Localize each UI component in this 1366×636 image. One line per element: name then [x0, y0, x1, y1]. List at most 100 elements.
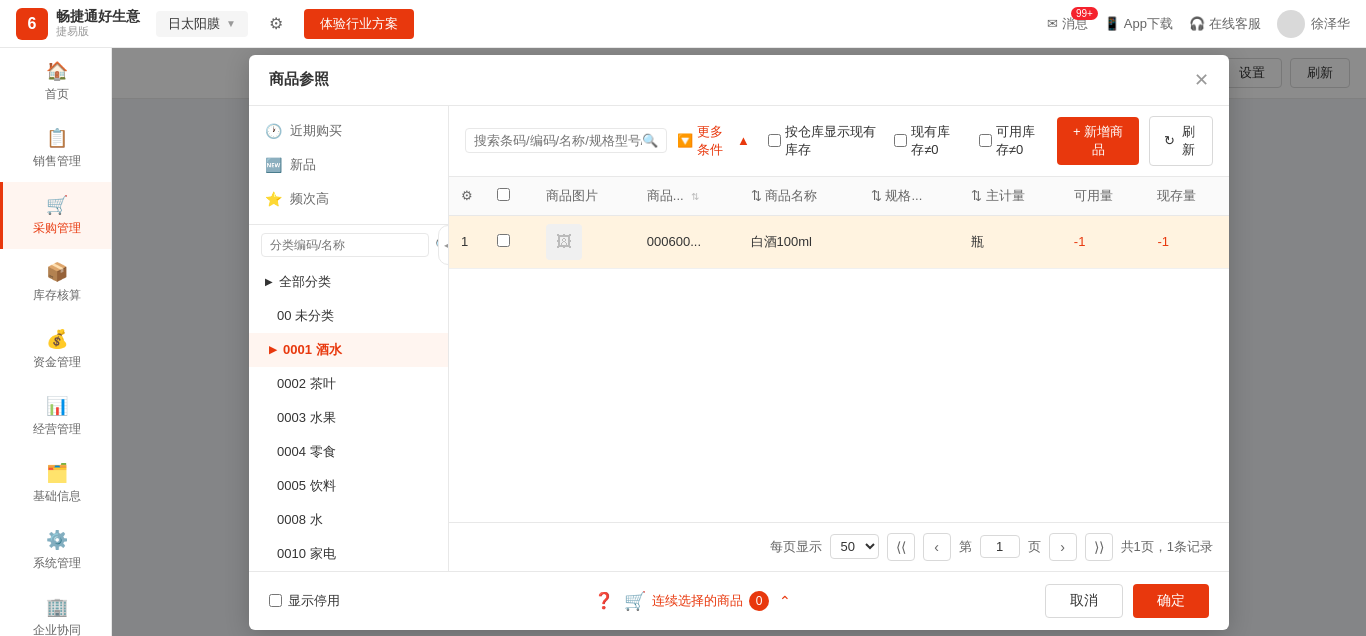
checkbox-current-label: 现有库存≠0 [911, 123, 963, 159]
per-page-label: 每页显示 [770, 538, 822, 556]
modal-footer: 显示停用 ❓ 🛒 连续选择的商品 0 ⌃ 取消 确定 [249, 571, 1229, 630]
sidebar-label-inventory: 库存核算 [33, 287, 81, 304]
col-stock-header: 现存量 [1145, 177, 1229, 216]
checkbox-warehouse-stock[interactable]: 按仓库显示现有库存 [768, 123, 878, 159]
next-page-button[interactable]: › [1049, 533, 1077, 561]
sidebar-label-basic: 基础信息 [33, 488, 81, 505]
category-search-row: 🔍 [249, 225, 448, 265]
product-thumbnail: 🖼 [546, 224, 582, 260]
select-all-checkbox[interactable] [497, 188, 510, 201]
table-row[interactable]: 1 🖼 000600... 白酒100ml [449, 215, 1229, 268]
page-number-input[interactable] [980, 535, 1020, 558]
category-0008[interactable]: 0008 水 [249, 503, 448, 537]
sidebar-item-inventory[interactable]: 📦 库存核算 [0, 249, 111, 316]
checkbox-current-stock[interactable]: 现有库存≠0 [894, 123, 963, 159]
sales-icon: 📋 [46, 127, 68, 149]
new-products-item[interactable]: 🆕 新品 [249, 148, 448, 182]
per-page-select[interactable]: 50 [830, 534, 879, 559]
sidebar-item-home[interactable]: 🏠 首页 [0, 48, 111, 115]
add-product-button[interactable]: + 新增商品 [1057, 117, 1138, 165]
col-checkbox-header[interactable] [485, 177, 534, 216]
category-0005[interactable]: 0005 饮料 [249, 469, 448, 503]
modal-header: 商品参照 ✕ [249, 55, 1229, 106]
main-layout: 🏠 首页 📋 销售管理 🛒 采购管理 📦 库存核算 💰 资金管理 📊 经营管理 … [0, 48, 1366, 636]
category-search-input[interactable] [261, 233, 429, 257]
category-all[interactable]: ▶ 全部分类 [249, 265, 448, 299]
cart-button[interactable]: 🛒 连续选择的商品 0 [624, 590, 769, 612]
col-image-header: 商品图片 [534, 177, 635, 216]
col-code-header[interactable]: 商品... ⇅ [635, 177, 739, 216]
category-0002[interactable]: 0002 茶叶 [249, 367, 448, 401]
app-download-btn[interactable]: 📱 App下载 [1104, 15, 1173, 33]
trial-button[interactable]: 体验行业方案 [304, 9, 414, 39]
first-page-button[interactable]: ⟨⟨ [887, 533, 915, 561]
category-0001[interactable]: ▶ 0001 酒水 [249, 333, 448, 367]
checkbox-current-input[interactable] [894, 134, 907, 147]
user-menu[interactable]: 徐泽华 [1277, 10, 1350, 38]
category-0004[interactable]: 0004 零食 [249, 435, 448, 469]
category-00[interactable]: 00 未分类 [249, 299, 448, 333]
checkbox-group: 按仓库显示现有库存 现有库存≠0 可用库存≠0 [768, 123, 1047, 159]
row-checkbox[interactable] [497, 234, 510, 247]
col-name-label: 商品名称 [765, 188, 817, 203]
cell-image: 🖼 [534, 215, 635, 268]
filter-more-btn[interactable]: 🔽 更多条件 ▲ [677, 123, 750, 159]
col-unit-sort-icon: ⇅ [971, 188, 982, 203]
top-nav: 6 畅捷通好生意 捷易版 日太阳膜 ▼ ⚙ 体验行业方案 ✉ 消息 99+ 📱 … [0, 0, 1366, 48]
frequent-label: 频次高 [290, 190, 329, 208]
last-page-button[interactable]: ⟩⟩ [1085, 533, 1113, 561]
home-icon: 🏠 [46, 60, 68, 82]
checkbox-available-label: 可用库存≠0 [996, 123, 1048, 159]
col-spec-sort-icon: ⇅ [871, 188, 882, 203]
checkbox-available-stock[interactable]: 可用库存≠0 [979, 123, 1048, 159]
sidebar-item-purchase[interactable]: 🛒 采购管理 [0, 182, 111, 249]
logo-sub: 捷易版 [56, 24, 140, 39]
col-spec-label: 规格... [885, 188, 922, 203]
sidebar-item-system[interactable]: ⚙️ 系统管理 [0, 517, 111, 584]
checkbox-available-input[interactable] [979, 134, 992, 147]
refresh-button[interactable]: ↻ 刷新 [1149, 116, 1213, 166]
col-name-header[interactable]: ⇅ 商品名称 [739, 177, 859, 216]
modal-close-button[interactable]: ✕ [1194, 69, 1209, 91]
product-search-input[interactable] [474, 133, 642, 148]
cell-checkbox[interactable] [485, 215, 534, 268]
online-service-label: 在线客服 [1209, 15, 1261, 33]
product-search-box[interactable]: 🔍 [465, 128, 667, 153]
checkbox-warehouse-input[interactable] [768, 134, 781, 147]
category-0001-label: 0001 酒水 [283, 341, 342, 359]
cart-collapse-icon[interactable]: ⌃ [779, 593, 791, 609]
sidebar-item-business[interactable]: 📊 经营管理 [0, 383, 111, 450]
category-0004-label: 0004 零食 [277, 443, 336, 461]
sidebar-item-basic[interactable]: 🗂️ 基础信息 [0, 450, 111, 517]
help-icon[interactable]: ❓ [594, 591, 614, 610]
col-unit-header[interactable]: ⇅ 主计量 [959, 177, 1062, 216]
col-spec-header[interactable]: ⇅ 规格... [859, 177, 959, 216]
store-selector[interactable]: 日太阳膜 ▼ [156, 11, 248, 37]
online-service-btn[interactable]: 🎧 在线客服 [1189, 15, 1261, 33]
panel-collapse-button[interactable]: ◀ [438, 225, 449, 265]
confirm-button[interactable]: 确定 [1133, 584, 1209, 618]
settings-icon[interactable]: ⚙ [260, 8, 292, 40]
show-disabled-input[interactable] [269, 594, 282, 607]
sidebar-item-sales[interactable]: 📋 销售管理 [0, 115, 111, 182]
category-0010-label: 0010 家电 [277, 545, 336, 563]
sidebar-item-finance[interactable]: 💰 资金管理 [0, 316, 111, 383]
cancel-button[interactable]: 取消 [1045, 584, 1123, 618]
show-disabled-checkbox[interactable]: 显示停用 [269, 592, 340, 610]
sidebar-item-enterprise[interactable]: 🏢 企业协同 [0, 584, 111, 636]
category-0003[interactable]: 0003 水果 [249, 401, 448, 435]
product-table: ⚙ 商品图片 商品... ⇅ [449, 177, 1229, 269]
recent-purchases-item[interactable]: 🕐 近期购买 [249, 114, 448, 148]
cell-stock: -1 [1145, 215, 1229, 268]
show-disabled-label: 显示停用 [288, 592, 340, 610]
frequent-item[interactable]: ⭐ 频次高 [249, 182, 448, 216]
col-gear[interactable]: ⚙ [449, 177, 485, 216]
message-btn[interactable]: ✉ 消息 99+ [1047, 15, 1088, 33]
page-prefix-label: 第 [959, 538, 972, 556]
app-label: App下载 [1124, 15, 1173, 33]
filter-icon: 🔽 [677, 133, 693, 148]
avatar [1277, 10, 1305, 38]
prev-page-button[interactable]: ‹ [923, 533, 951, 561]
category-0010[interactable]: 0010 家电 [249, 537, 448, 571]
sidebar-label-purchase: 采购管理 [33, 220, 81, 237]
